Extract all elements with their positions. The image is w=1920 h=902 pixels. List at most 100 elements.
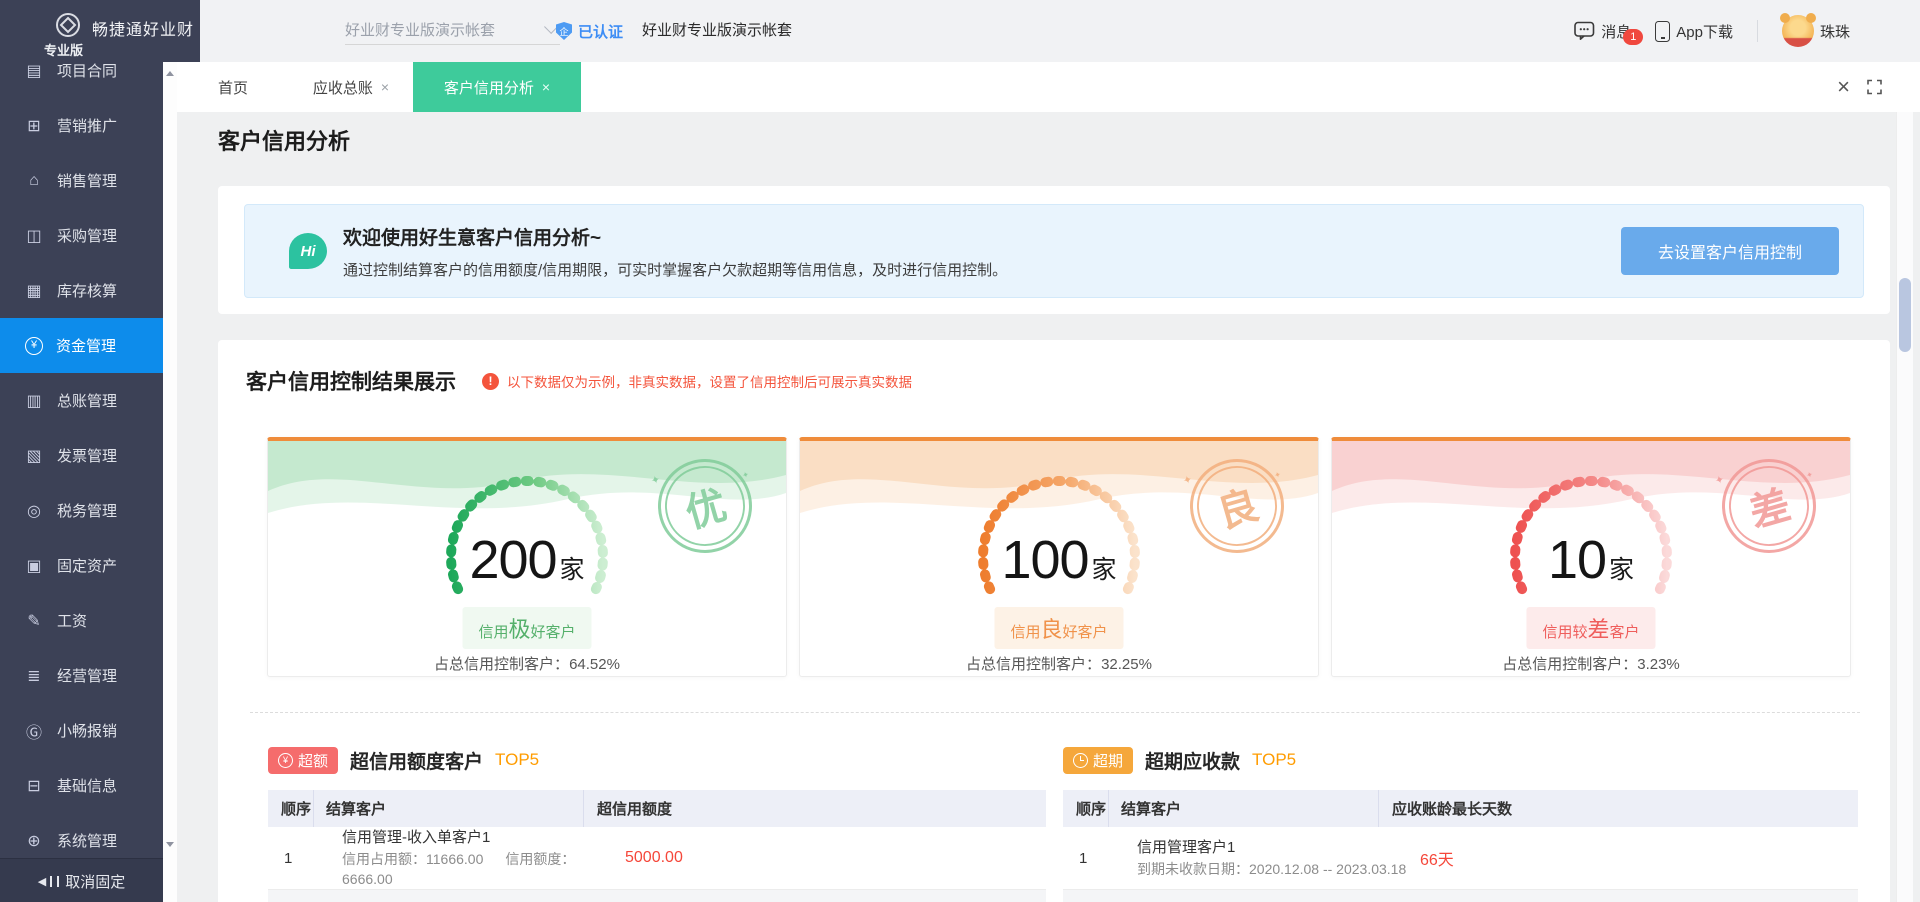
- sidebar-item-tax-management[interactable]: ◎ 税务管理: [0, 483, 163, 538]
- invoice-icon: ▧: [26, 447, 42, 465]
- page-title: 客户信用分析: [218, 129, 351, 154]
- table-row[interactable]: 1 信用管理客户1 到期未收款日期：2020.12.08 -- 2023.03.…: [1063, 827, 1858, 890]
- setup-credit-control-button[interactable]: 去设置客户信用控制: [1621, 227, 1839, 275]
- app-download-button[interactable]: App下载: [1655, 20, 1733, 42]
- warning-icon: !: [482, 372, 499, 390]
- column-header: 应收账龄最长天数: [1392, 801, 1513, 818]
- system-icon: ⊕: [27, 832, 41, 850]
- sidebar-item-label: 基础信息: [57, 778, 118, 795]
- top5-label: TOP5: [495, 750, 540, 769]
- messages-count-badge: 1: [1623, 28, 1644, 45]
- project-contract-icon: ▤: [26, 62, 42, 80]
- sidebar-item-fixed-assets[interactable]: ▣ 固定资产: [0, 538, 163, 593]
- scroll-up-icon[interactable]: [166, 71, 174, 76]
- sidebar-item-marketing[interactable]: ⊞ 营销推广: [0, 98, 163, 153]
- pin-bars-icon: [50, 875, 60, 887]
- tab-receivables-ledger[interactable]: 应收总账 ×: [289, 62, 413, 112]
- close-page-icon[interactable]: ×: [1837, 76, 1850, 98]
- tab-label: 首页: [217, 79, 248, 97]
- tab-home[interactable]: 首页: [177, 62, 289, 112]
- results-panel: 客户信用控制结果展示 ! 以下数据仅为示例，非真实数据，设置了信用控制后可展示真…: [218, 340, 1890, 902]
- user-menu[interactable]: 珠珠: [1779, 13, 1850, 47]
- phone-icon: [1655, 20, 1671, 42]
- building-icon: ▣: [26, 557, 42, 575]
- tax-icon: ◎: [27, 502, 41, 520]
- over-limit-badge: ¥ 超额: [268, 746, 339, 774]
- welcome-panel: Hi 欢迎使用好生意客户信用分析~ 通过控制结算客户的信用额度/信用期限，可实时…: [218, 186, 1890, 314]
- collapse-arrow-icon: ◀: [37, 875, 47, 888]
- over-limit-amount: 5000.00: [625, 849, 683, 866]
- sidebar-item-payroll[interactable]: ✎ 工资: [0, 593, 163, 648]
- close-tab-icon[interactable]: ×: [381, 79, 389, 95]
- tab-bar: 首页 应收总账 × 客户信用分析 × ×: [177, 62, 1920, 112]
- tab-label: 应收总账: [312, 79, 373, 97]
- sidebar-item-system-management[interactable]: ⊕ 系统管理: [0, 813, 163, 858]
- ledger-icon: ▥: [26, 392, 42, 410]
- sidebar-item-label: 发票管理: [57, 448, 118, 465]
- section-title: 客户信用控制结果展示: [246, 371, 456, 394]
- messages-button[interactable]: 消息 1: [1574, 21, 1644, 45]
- count-unit: 家: [1091, 556, 1117, 584]
- sidebar-item-general-ledger[interactable]: ▥ 总账管理: [0, 373, 163, 428]
- table-header-row: 顺序 结算客户 应收账龄最长天数: [1063, 790, 1858, 827]
- sidebar-item-funds-management[interactable]: ¥ 资金管理: [0, 318, 163, 373]
- column-header: 顺序: [1063, 790, 1109, 827]
- overdue-badge: 超期: [1063, 746, 1134, 774]
- close-tab-icon[interactable]: ×: [542, 79, 550, 95]
- scroll-down-icon[interactable]: [166, 842, 174, 847]
- sidebar-item-sales-management[interactable]: ⌂ 销售管理: [0, 153, 163, 208]
- tab-label: 客户信用分析: [443, 79, 534, 97]
- count-unit: 家: [1609, 556, 1635, 584]
- sidebar-scrollbar[interactable]: [163, 62, 177, 902]
- account-set-selector[interactable]: 好业财专业版演示帐套: [345, 14, 560, 45]
- sidebar-item-business-management[interactable]: ≣ 经营管理: [0, 648, 163, 703]
- account-name: 好业财专业版演示帐套: [642, 22, 793, 39]
- sidebar-item-label: 项目合同: [57, 63, 118, 80]
- credit-card-excellent: 优 200家 信用极好客户 占总信用控制客户：64.52%: [267, 437, 787, 677]
- sidebar-item-label: 资金管理: [56, 338, 117, 355]
- table-header-row: 顺序 结算客户 超信用额度: [268, 790, 1046, 827]
- sidebar-header: 畅捷通好业财 专业版: [0, 0, 200, 62]
- customer-name: 信用管理客户1: [1137, 839, 1236, 856]
- verified-badge[interactable]: 企 已认证: [556, 0, 623, 62]
- verified-label: 已认证: [578, 23, 624, 41]
- money-bag-icon: ¥: [25, 336, 43, 355]
- over-credit-limit-table: ¥ 超额 超信用额度客户 TOP5 顺序 结算客户 超信用额度 1 信用管理-收…: [268, 744, 1046, 902]
- sidebar-unpin-button[interactable]: ◀ 取消固定: [0, 858, 163, 902]
- expense-icon: Ⓖ: [25, 724, 42, 742]
- top5-label: TOP5: [1252, 750, 1297, 769]
- sidebar-item-label: 经营管理: [57, 668, 118, 685]
- percent-of-total: 占总信用控制客户：64.52%: [434, 656, 620, 673]
- payroll-icon: ✎: [27, 612, 41, 630]
- column-header: 顺序: [268, 790, 314, 827]
- main-scrollbar[interactable]: [1896, 112, 1913, 902]
- overdue-detail: 到期未收款日期：2020.12.08 -- 2023.03.18: [1137, 861, 1407, 877]
- sidebar-item-label: 采购管理: [57, 228, 118, 245]
- table-row[interactable]: 1 信用管理-收入单客户1 信用占用额：11666.00 信用额度：6666.00…: [268, 827, 1046, 890]
- app-logo-icon: [56, 13, 80, 37]
- sidebar-item-xiaochang-expense[interactable]: Ⓖ 小畅报销: [0, 703, 163, 758]
- app-title: 畅捷通好业财: [92, 22, 195, 39]
- hi-bubble-icon: Hi: [289, 233, 327, 269]
- sidebar-item-label: 营销推广: [57, 118, 118, 135]
- table-title: 超期应收款: [1145, 751, 1241, 773]
- sidebar-item-label: 税务管理: [57, 503, 118, 520]
- divider: [1756, 20, 1758, 42]
- sample-data-notice: 以下数据仅为示例，非真实数据，设置了信用控制后可展示真实数据: [507, 375, 912, 390]
- sidebar-item-label: 工资: [57, 613, 88, 630]
- sidebar-item-label: 总账管理: [57, 393, 118, 410]
- sidebar-item-project-contract[interactable]: ▤ 项目合同: [0, 62, 163, 98]
- scrollbar-thumb[interactable]: [1899, 278, 1911, 352]
- tab-customer-credit-analysis[interactable]: 客户信用分析 ×: [413, 62, 581, 112]
- column-header: 结算客户: [314, 790, 584, 827]
- fullscreen-icon[interactable]: [1867, 79, 1882, 95]
- credit-grade-tag: 信用较差客户: [1526, 607, 1656, 649]
- sidebar-item-inventory-accounting[interactable]: ▦ 库存核算: [0, 263, 163, 318]
- sidebar-item-purchase-management[interactable]: ◫ 采购管理: [0, 208, 163, 263]
- sidebar-menu: ▤ 项目合同 ⊞ 营销推广 ⌂ 销售管理 ◫ 采购管理 ▦ 库存核算 ¥ 资金管理 ▥ 总账管…: [0, 62, 163, 858]
- enterprise-shield-icon: 企: [556, 22, 572, 40]
- inventory-icon: ▦: [26, 282, 42, 300]
- sidebar-item-basic-info[interactable]: ⊟ 基础信息: [0, 758, 163, 813]
- sidebar-item-label: 库存核算: [57, 283, 118, 300]
- sidebar-item-invoice-management[interactable]: ▧ 发票管理: [0, 428, 163, 483]
